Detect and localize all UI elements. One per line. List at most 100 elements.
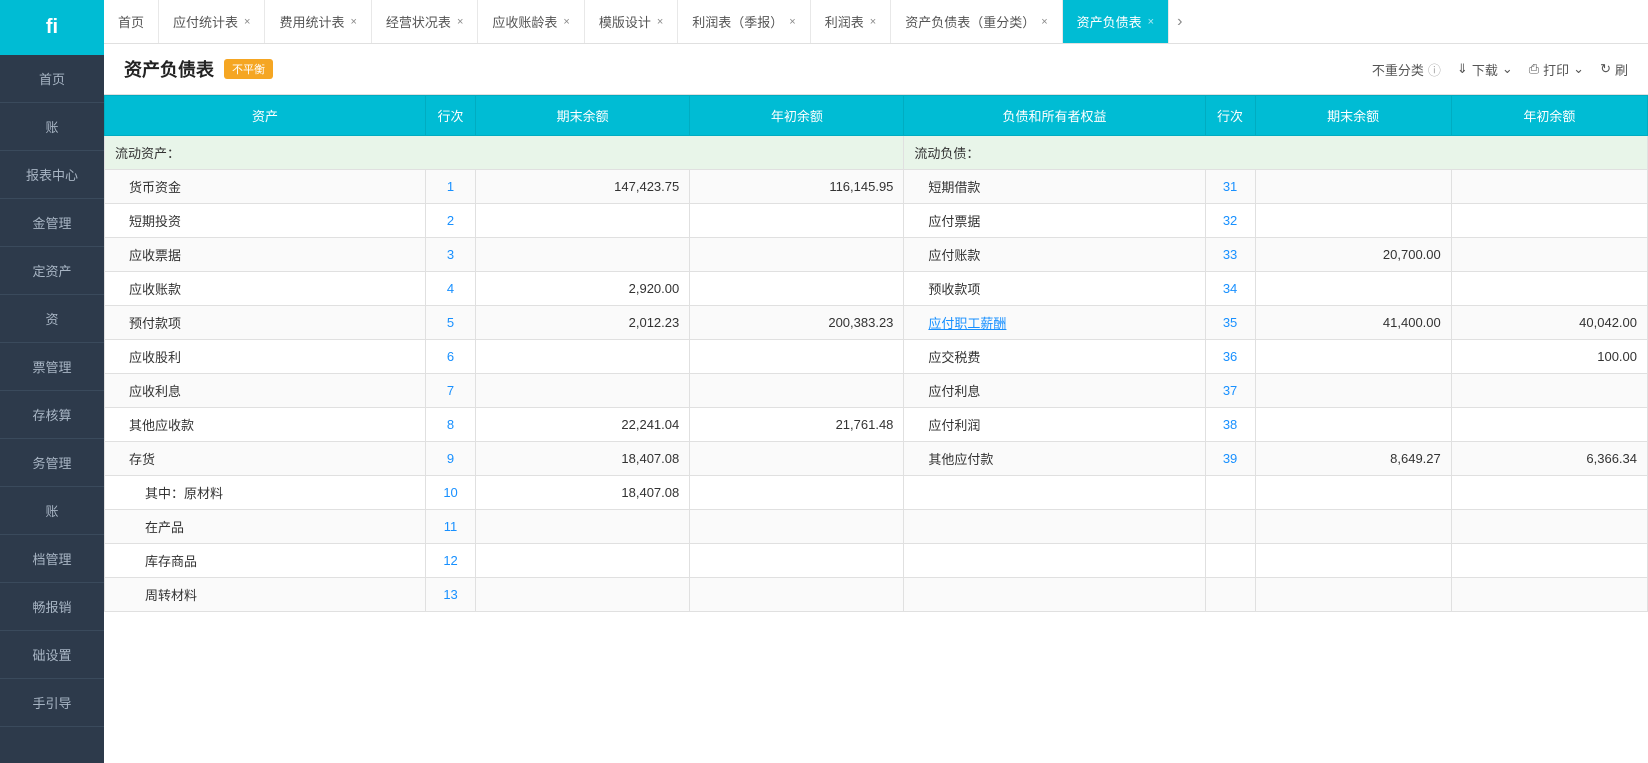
begin-balance-right (1451, 578, 1647, 612)
liability-name: 应付职工薪酬 (904, 306, 1205, 340)
liability-name: 预收款项 (904, 272, 1205, 306)
close-icon[interactable]: × (789, 16, 795, 28)
close-icon[interactable]: × (1041, 16, 1047, 28)
tab-template-design[interactable]: 模版设计 × (585, 0, 678, 44)
page-title-area: 资产负债表 不平衡 (124, 56, 273, 82)
row-num-left: 1 (426, 170, 476, 204)
table-row: 短期投资 2 应付票据 32 (105, 204, 1648, 238)
close-icon[interactable]: × (350, 16, 356, 28)
begin-balance-left (690, 340, 904, 374)
row-num-left: 12 (426, 544, 476, 578)
row-num-right: 31 (1205, 170, 1255, 204)
begin-balance-right (1451, 238, 1647, 272)
tab-home[interactable]: 首页 (104, 0, 159, 44)
row-num-left: 6 (426, 340, 476, 374)
sidebar-item-cash[interactable]: 金管理 (0, 199, 104, 247)
asset-name: 库存商品 (105, 544, 426, 578)
close-icon[interactable]: × (657, 16, 663, 28)
end-balance-right (1255, 272, 1451, 306)
begin-balance-left: 200,383.23 (690, 306, 904, 340)
close-icon[interactable]: × (870, 16, 876, 28)
row-num-left: 2 (426, 204, 476, 238)
sidebar-item-home[interactable]: 首页 (0, 55, 104, 103)
liability-name: 其他应付款 (904, 442, 1205, 476)
tab-expense-stats[interactable]: 费用统计表 × (265, 0, 371, 44)
asset-name: 应收利息 (105, 374, 426, 408)
table-row: 应收股利 6 应交税费 36 100.00 (105, 340, 1648, 374)
row-num-left: 3 (426, 238, 476, 272)
tab-bar: 首页 应付统计表 × 费用统计表 × 经营状况表 × 应收账龄表 × 模版设计 … (104, 0, 1648, 44)
close-icon[interactable]: × (1148, 16, 1154, 28)
sidebar-item-ledger[interactable]: 账 (0, 103, 104, 151)
begin-balance-right (1451, 374, 1647, 408)
current-liabilities-label: 流动负债： (904, 136, 1648, 170)
tab-balance-reclassify[interactable]: 资产负债表（重分类） × (891, 0, 1062, 44)
liability-name (904, 476, 1205, 510)
begin-balance-right: 100.00 (1451, 340, 1647, 374)
end-balance-left: 147,423.75 (476, 170, 690, 204)
sidebar-item-reports[interactable]: 报表中心 (0, 151, 104, 199)
asset-name: 其他应收款 (105, 408, 426, 442)
no-reclassify-label: 不重分类 (1372, 60, 1424, 79)
row-num-right: 32 (1205, 204, 1255, 238)
tab-receivable-aging[interactable]: 应收账龄表 × (478, 0, 584, 44)
close-icon[interactable]: × (563, 16, 569, 28)
liability-name: 应付利润 (904, 408, 1205, 442)
liability-name: 应付票据 (904, 204, 1205, 238)
sidebar-item-expense[interactable]: 畅报销 (0, 583, 104, 631)
row-num-right (1205, 510, 1255, 544)
end-balance-left: 22,241.04 (476, 408, 690, 442)
sidebar-item-guide[interactable]: 手引导 (0, 679, 104, 727)
sidebar-item-fixed-assets[interactable]: 定资产 (0, 247, 104, 295)
table-row: 周转材料 13 (105, 578, 1648, 612)
end-balance-right: 8,649.27 (1255, 442, 1451, 476)
sidebar-item-inventory[interactable]: 存核算 (0, 391, 104, 439)
row-num-right: 33 (1205, 238, 1255, 272)
tab-operations[interactable]: 经营状况表 × (372, 0, 478, 44)
end-balance-left (476, 510, 690, 544)
refresh-button[interactable]: ↻ 刷 (1600, 60, 1628, 79)
begin-balance-left (690, 272, 904, 306)
row-num-right: 36 (1205, 340, 1255, 374)
asset-name: 短期投资 (105, 204, 426, 238)
tab-scroll-right[interactable]: › (1169, 13, 1190, 31)
sidebar-item-bills[interactable]: 票管理 (0, 343, 104, 391)
col-end-left: 期末余额 (476, 96, 690, 136)
help-icon[interactable]: ⓘ (1428, 60, 1441, 79)
liability-name: 短期借款 (904, 170, 1205, 204)
row-num-right (1205, 544, 1255, 578)
download-label: 下载 (1472, 60, 1498, 79)
header-actions: 不重分类 ⓘ ⇓ 下载 ⌄ ⎙ 打印 ⌄ ↻ 刷 (1372, 60, 1628, 79)
table-container: 资产 行次 期末余额 年初余额 负债和所有者权益 行次 期末余额 年初余额 流动… (104, 95, 1648, 763)
end-balance-left: 2,920.00 (476, 272, 690, 306)
sidebar-item-account[interactable]: 账 (0, 487, 104, 535)
sidebar-item-investment[interactable]: 资 (0, 295, 104, 343)
row-num-right: 38 (1205, 408, 1255, 442)
begin-balance-right (1451, 272, 1647, 306)
end-balance-right (1255, 408, 1451, 442)
begin-balance-left (690, 476, 904, 510)
begin-balance-left (690, 510, 904, 544)
close-icon[interactable]: × (457, 16, 463, 28)
row-num-left: 8 (426, 408, 476, 442)
end-balance-left: 18,407.08 (476, 476, 690, 510)
tab-payable-stats[interactable]: 应付统计表 × (159, 0, 265, 44)
table-row: 应收票据 3 应付账款 33 20,700.00 (105, 238, 1648, 272)
asset-name: 预付款项 (105, 306, 426, 340)
sidebar-item-settings[interactable]: 础设置 (0, 631, 104, 679)
download-arrow-icon: ⌄ (1502, 61, 1513, 77)
tab-balance-sheet[interactable]: 资产负债表 × (1063, 0, 1169, 44)
sidebar-item-archive[interactable]: 档管理 (0, 535, 104, 583)
sidebar-item-tax[interactable]: 务管理 (0, 439, 104, 487)
begin-balance-left (690, 374, 904, 408)
table-row: 在产品 11 (105, 510, 1648, 544)
close-icon[interactable]: × (244, 16, 250, 28)
tab-profit[interactable]: 利润表 × (811, 0, 891, 44)
tab-profit-quarterly[interactable]: 利润表（季报） × (678, 0, 810, 44)
print-button[interactable]: ⎙ 打印 ⌄ (1529, 60, 1584, 79)
download-button[interactable]: ⇓ 下载 ⌄ (1457, 60, 1513, 79)
download-icon: ⇓ (1457, 61, 1468, 77)
table-row: 库存商品 12 (105, 544, 1648, 578)
begin-balance-left (690, 204, 904, 238)
no-reclassify-button[interactable]: 不重分类 ⓘ (1372, 60, 1441, 79)
